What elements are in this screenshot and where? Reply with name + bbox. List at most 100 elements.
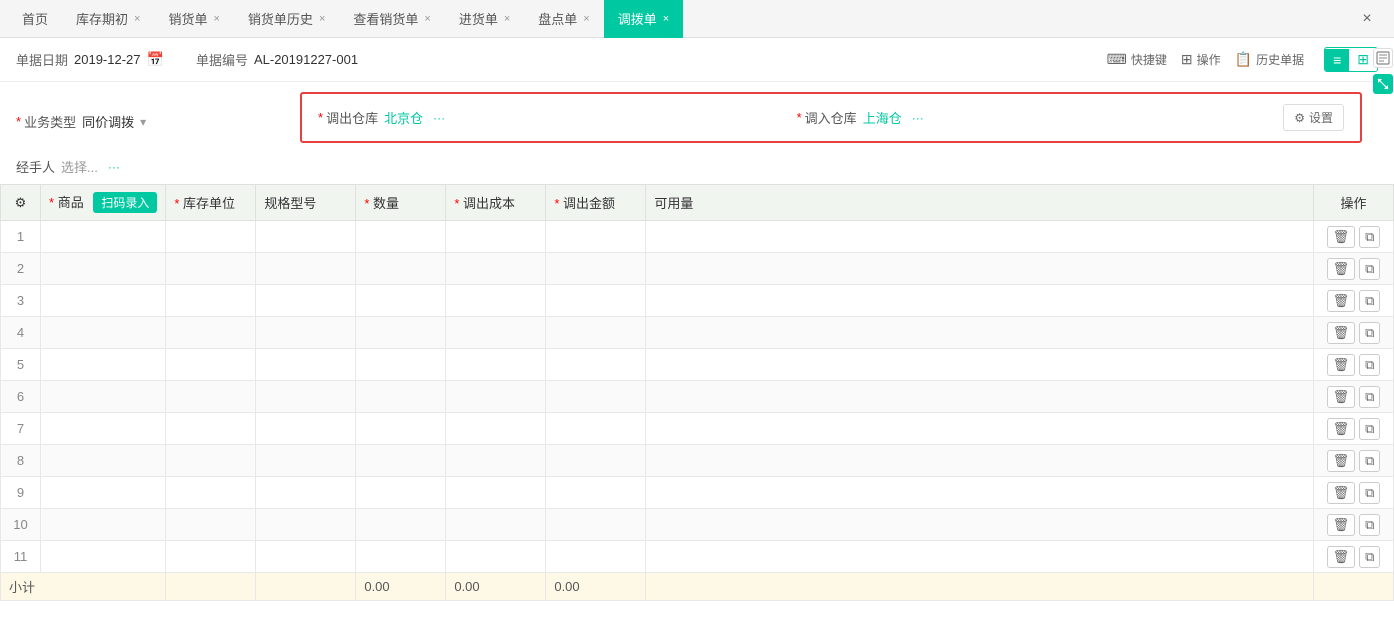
copy-row-btn[interactable]: ⧉ bbox=[1359, 450, 1380, 472]
out-cost-cell[interactable] bbox=[446, 317, 546, 349]
tab-view-sales-close[interactable]: × bbox=[424, 13, 430, 25]
available-cell[interactable] bbox=[646, 285, 1314, 317]
out-amount-cell[interactable] bbox=[546, 477, 646, 509]
qty-cell[interactable] bbox=[356, 509, 446, 541]
copy-row-btn[interactable]: ⧉ bbox=[1359, 290, 1380, 312]
layout-list-btn[interactable]: ≡ bbox=[1325, 49, 1349, 71]
out-amount-cell[interactable] bbox=[546, 349, 646, 381]
spec-cell[interactable] bbox=[256, 381, 356, 413]
available-cell[interactable] bbox=[646, 381, 1314, 413]
out-cost-cell[interactable] bbox=[446, 285, 546, 317]
out-amount-cell[interactable] bbox=[546, 445, 646, 477]
delete-row-btn[interactable]: 🗑 bbox=[1327, 418, 1356, 440]
out-amount-cell[interactable] bbox=[546, 413, 646, 445]
goods-cell[interactable] bbox=[41, 221, 166, 253]
delete-row-btn[interactable]: 🗑 bbox=[1327, 450, 1356, 472]
tab-inventory-init[interactable]: 库存期初 × bbox=[62, 0, 154, 38]
copy-row-btn[interactable]: ⧉ bbox=[1359, 354, 1380, 376]
spec-cell[interactable] bbox=[256, 221, 356, 253]
goods-cell[interactable] bbox=[41, 477, 166, 509]
delete-row-btn[interactable]: 🗑 bbox=[1327, 546, 1356, 568]
spec-cell[interactable] bbox=[256, 445, 356, 477]
tab-sales-order-close[interactable]: × bbox=[213, 13, 219, 25]
out-cost-cell[interactable] bbox=[446, 413, 546, 445]
goods-cell[interactable] bbox=[41, 541, 166, 573]
out-amount-cell[interactable] bbox=[546, 285, 646, 317]
out-cost-cell[interactable] bbox=[446, 445, 546, 477]
agent-select[interactable]: 选择... bbox=[61, 157, 98, 176]
copy-row-btn[interactable]: ⧉ bbox=[1359, 514, 1380, 536]
right-panel-notes-icon[interactable] bbox=[1373, 48, 1393, 68]
copy-row-btn[interactable]: ⧉ bbox=[1359, 226, 1380, 248]
delete-row-btn[interactable]: 🗑 bbox=[1327, 386, 1356, 408]
goods-cell[interactable] bbox=[41, 445, 166, 477]
qty-cell[interactable] bbox=[356, 253, 446, 285]
out-amount-cell[interactable] bbox=[546, 381, 646, 413]
out-amount-cell[interactable] bbox=[546, 541, 646, 573]
goods-cell[interactable] bbox=[41, 285, 166, 317]
out-warehouse-value[interactable]: 北京仓 bbox=[384, 108, 423, 127]
spec-cell[interactable] bbox=[256, 317, 356, 349]
qty-cell[interactable] bbox=[356, 477, 446, 509]
out-warehouse-more-icon[interactable]: ··· bbox=[433, 111, 445, 125]
tab-transfer-order[interactable]: 调拨单 × bbox=[604, 0, 683, 38]
spec-cell[interactable] bbox=[256, 349, 356, 381]
qty-cell[interactable] bbox=[356, 221, 446, 253]
delete-row-btn[interactable]: 🗑 bbox=[1327, 322, 1356, 344]
unit-cell[interactable] bbox=[166, 253, 256, 285]
tab-inventory-init-close[interactable]: × bbox=[134, 13, 140, 25]
tab-view-sales[interactable]: 查看销货单 × bbox=[339, 0, 444, 38]
agent-more-icon[interactable]: ··· bbox=[108, 160, 120, 174]
biz-type-select[interactable]: 同价调拨 ▾ bbox=[82, 112, 242, 131]
in-warehouse-more-icon[interactable]: ··· bbox=[912, 111, 924, 125]
delete-row-btn[interactable]: 🗑 bbox=[1327, 482, 1356, 504]
tab-inventory-check-close[interactable]: × bbox=[583, 13, 589, 25]
out-amount-cell[interactable] bbox=[546, 221, 646, 253]
col-settings[interactable]: ⚙ bbox=[1, 185, 41, 221]
tab-home[interactable]: 首页 bbox=[8, 0, 62, 38]
out-cost-cell[interactable] bbox=[446, 381, 546, 413]
unit-cell[interactable] bbox=[166, 445, 256, 477]
shortcut-btn[interactable]: ⌨ 快捷键 bbox=[1107, 51, 1167, 68]
unit-cell[interactable] bbox=[166, 413, 256, 445]
qty-cell[interactable] bbox=[356, 285, 446, 317]
qty-cell[interactable] bbox=[356, 445, 446, 477]
out-cost-cell[interactable] bbox=[446, 349, 546, 381]
spec-cell[interactable] bbox=[256, 253, 356, 285]
unit-cell[interactable] bbox=[166, 285, 256, 317]
available-cell[interactable] bbox=[646, 541, 1314, 573]
tab-purchase-order-close[interactable]: × bbox=[504, 13, 510, 25]
operation-btn[interactable]: ⊞ 操作 bbox=[1181, 51, 1221, 68]
unit-cell[interactable] bbox=[166, 221, 256, 253]
out-cost-cell[interactable] bbox=[446, 253, 546, 285]
history-btn[interactable]: 📋 历史单据 bbox=[1235, 51, 1304, 68]
spec-cell[interactable] bbox=[256, 413, 356, 445]
unit-cell[interactable] bbox=[166, 349, 256, 381]
delete-row-btn[interactable]: 🗑 bbox=[1327, 514, 1356, 536]
goods-cell[interactable] bbox=[41, 253, 166, 285]
qty-cell[interactable] bbox=[356, 413, 446, 445]
out-amount-cell[interactable] bbox=[546, 317, 646, 349]
calendar-icon[interactable]: 📅 bbox=[147, 51, 164, 68]
in-warehouse-value[interactable]: 上海仓 bbox=[863, 108, 902, 127]
goods-cell[interactable] bbox=[41, 413, 166, 445]
tab-purchase-order[interactable]: 进货单 × bbox=[445, 0, 524, 38]
qty-cell[interactable] bbox=[356, 349, 446, 381]
out-cost-cell[interactable] bbox=[446, 221, 546, 253]
out-amount-cell[interactable] bbox=[546, 509, 646, 541]
available-cell[interactable] bbox=[646, 221, 1314, 253]
goods-cell[interactable] bbox=[41, 509, 166, 541]
copy-row-btn[interactable]: ⧉ bbox=[1359, 418, 1380, 440]
copy-row-btn[interactable]: ⧉ bbox=[1359, 322, 1380, 344]
scan-btn[interactable]: 扫码录入 bbox=[93, 192, 157, 213]
delete-row-btn[interactable]: 🗑 bbox=[1327, 258, 1356, 280]
spec-cell[interactable] bbox=[256, 541, 356, 573]
tab-sales-history-close[interactable]: × bbox=[319, 13, 325, 25]
available-cell[interactable] bbox=[646, 509, 1314, 541]
available-cell[interactable] bbox=[646, 349, 1314, 381]
copy-row-btn[interactable]: ⧉ bbox=[1359, 546, 1380, 568]
warehouse-settings-btn[interactable]: ⚙ 设置 bbox=[1283, 104, 1344, 131]
unit-cell[interactable] bbox=[166, 381, 256, 413]
qty-cell[interactable] bbox=[356, 381, 446, 413]
out-amount-cell[interactable] bbox=[546, 253, 646, 285]
